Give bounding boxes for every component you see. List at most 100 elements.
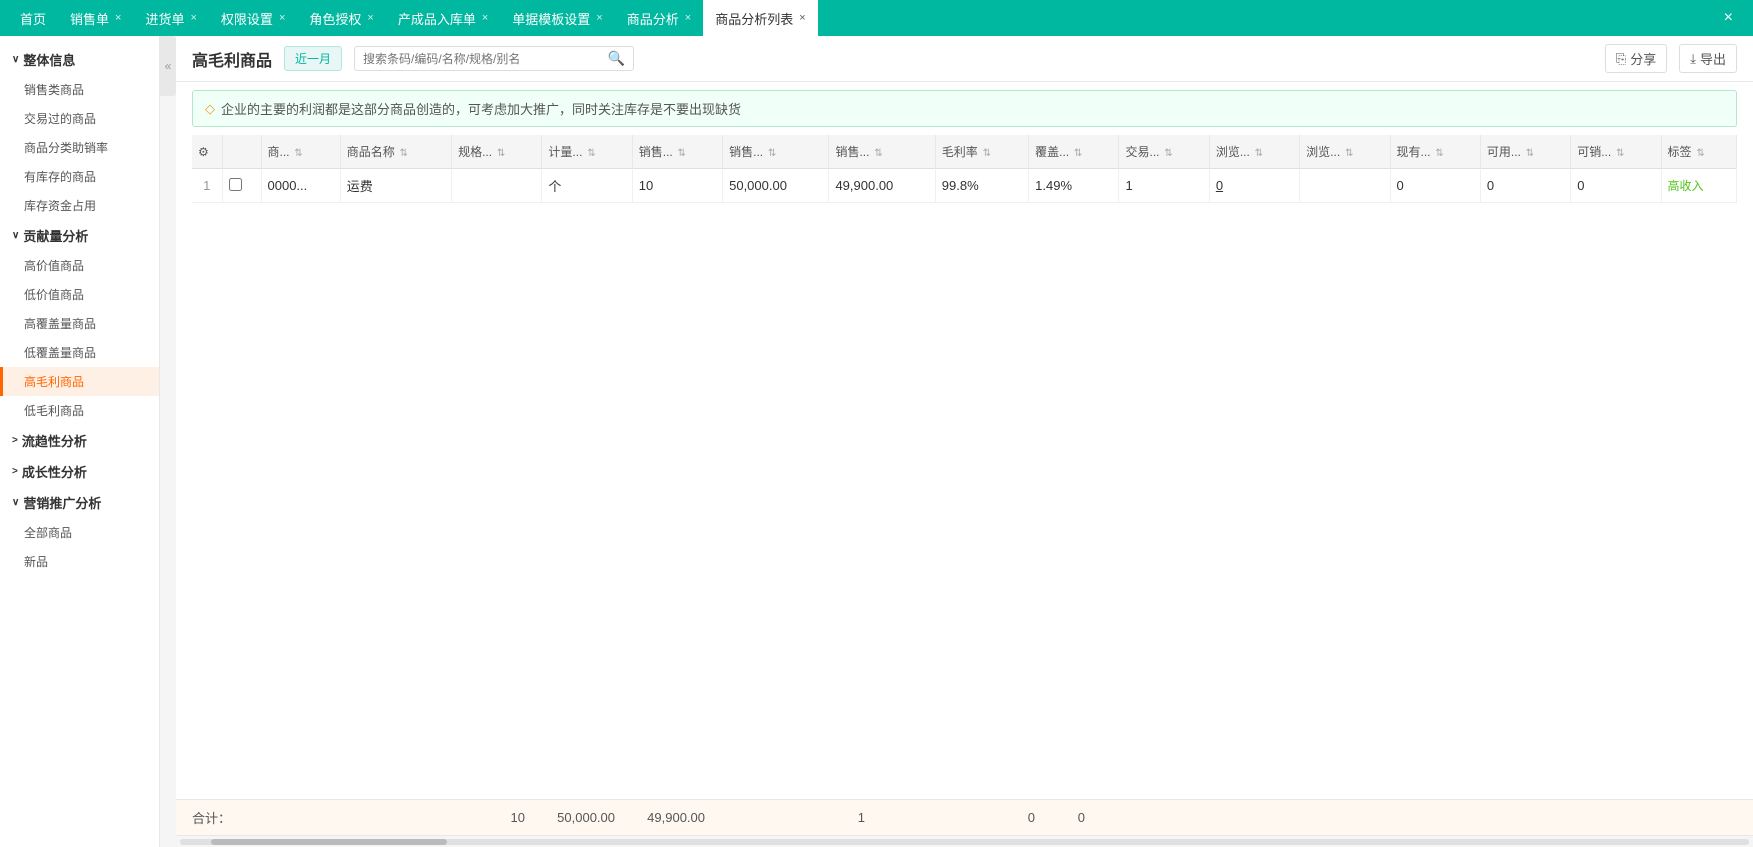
- export-button[interactable]: ⤓ 导出: [1679, 44, 1737, 73]
- col-header-sellable_stock[interactable]: 可销... ⇅: [1571, 135, 1661, 169]
- footer-sales-cost: 49,900.00: [621, 810, 711, 825]
- content-header: 高毛利商品 近一月 🔍 ⎘ 分享 ⤓ 导出: [176, 36, 1753, 82]
- col-header-unit[interactable]: 计量... ⇅: [542, 135, 632, 169]
- sidebar-item-销售类商品[interactable]: 销售类商品: [0, 75, 159, 104]
- search-box: 🔍: [354, 46, 634, 71]
- nav-close-icon[interactable]: ×: [596, 12, 602, 24]
- row-checkbox[interactable]: [229, 178, 242, 191]
- sidebar-item-有库存的商品[interactable]: 有库存的商品: [0, 162, 159, 191]
- cell-spec: [452, 169, 542, 203]
- sort-icon-sales_cost: ⇅: [871, 148, 882, 159]
- nav-item-销售单[interactable]: 销售单×: [58, 0, 133, 36]
- group-arrow-icon: >: [12, 466, 18, 477]
- nav-close-icon[interactable]: ×: [367, 12, 373, 24]
- footer-bar: 合计： 10 50,000.00 49,900.00 1 0 0: [176, 799, 1753, 835]
- export-icon: ⤓: [1690, 51, 1696, 67]
- nav-close-icon[interactable]: ×: [799, 12, 805, 24]
- close-all-button[interactable]: ×: [1712, 9, 1745, 27]
- sidebar-item-商品分类助销率[interactable]: 商品分类助销率: [0, 133, 159, 162]
- sidebar-group-2[interactable]: >流趋性分析: [0, 425, 159, 456]
- col-header-name[interactable]: 商品名称 ⇅: [340, 135, 451, 169]
- col-header-available_stock[interactable]: 可用... ⇅: [1480, 135, 1570, 169]
- col-header-views1[interactable]: 浏览... ⇅: [1209, 135, 1299, 169]
- footer-sales-amount: 50,000.00: [531, 810, 621, 825]
- col-header-coverage[interactable]: 覆盖... ⇅: [1029, 135, 1119, 169]
- cell-sales_amount: 50,000.00: [723, 169, 829, 203]
- sort-icon-sales_amount: ⇅: [765, 148, 776, 159]
- nav-close-icon[interactable]: ×: [115, 12, 121, 24]
- nav-item-权限设置[interactable]: 权限设置×: [209, 0, 297, 36]
- sidebar-item-低毛利商品[interactable]: 低毛利商品: [0, 396, 159, 425]
- group-label: 流趋性分析: [22, 431, 87, 450]
- cell-gross_margin: 99.8%: [935, 169, 1028, 203]
- sidebar-item-低价值商品[interactable]: 低价值商品: [0, 280, 159, 309]
- col-header-code[interactable]: 商... ⇅: [261, 135, 340, 169]
- sidebar-item-高毛利商品[interactable]: 高毛利商品: [0, 367, 159, 396]
- col-header-sales_amount[interactable]: 销售... ⇅: [723, 135, 829, 169]
- col-header-spec[interactable]: 规格... ⇅: [452, 135, 542, 169]
- cell-code: 0000...: [261, 169, 340, 203]
- nav-item-首页[interactable]: 首页: [8, 0, 58, 36]
- nav-item-单据模板设置[interactable]: 单据模板设置×: [500, 0, 614, 36]
- sidebar-item-低覆盖量商品[interactable]: 低覆盖量商品: [0, 338, 159, 367]
- info-icon: ◇: [205, 101, 215, 117]
- sort-icon-trade: ⇅: [1162, 148, 1173, 159]
- share-icon: ⎘: [1616, 51, 1626, 67]
- sidebar-group-1[interactable]: ∨贡献量分析: [0, 220, 159, 251]
- nav-item-商品分析[interactable]: 商品分析×: [615, 0, 703, 36]
- content-area: 高毛利商品 近一月 🔍 ⎘ 分享 ⤓ 导出 ◇ 企业的主要: [176, 36, 1753, 847]
- sidebar-item-库存资金占用[interactable]: 库存资金占用: [0, 191, 159, 220]
- share-button[interactable]: ⎘ 分享: [1605, 44, 1667, 73]
- table-row: 10000...运费个1050,000.0049,900.0099.8%1.49…: [192, 169, 1737, 203]
- search-input[interactable]: [363, 52, 608, 66]
- sort-icon-gross_margin: ⇅: [980, 148, 991, 159]
- footer-trade: 1: [831, 810, 871, 825]
- col-header-trade[interactable]: 交易... ⇅: [1119, 135, 1209, 169]
- col-header-tag[interactable]: 标签 ⇅: [1661, 135, 1736, 169]
- sidebar-group-0[interactable]: ∨整体信息: [0, 44, 159, 75]
- sidebar-item-高价值商品[interactable]: 高价值商品: [0, 251, 159, 280]
- sidebar-item-高覆盖量商品[interactable]: 高覆盖量商品: [0, 309, 159, 338]
- sort-icon-name: ⇅: [397, 148, 408, 159]
- nav-close-icon[interactable]: ×: [190, 12, 196, 24]
- sort-icon-tag: ⇅: [1694, 148, 1705, 159]
- sidebar-group-4[interactable]: ∨营销推广分析: [0, 487, 159, 518]
- footer-sales-qty: 10: [471, 810, 531, 825]
- nav-item-进货单[interactable]: 进货单×: [133, 0, 208, 36]
- info-banner: ◇ 企业的主要的利润都是这部分商品创造的，可考虑加大推广，同时关注库存是不要出现…: [192, 90, 1737, 127]
- col-header-gross_margin[interactable]: 毛利率 ⇅: [935, 135, 1028, 169]
- cell-name: 运费: [340, 169, 451, 203]
- col-header-sales_cost[interactable]: 销售... ⇅: [829, 135, 935, 169]
- nav-item-产成品入库单[interactable]: 产成品入库单×: [386, 0, 500, 36]
- sidebar-item-新品[interactable]: 新品: [0, 547, 159, 576]
- sidebar: ∨整体信息销售类商品交易过的商品商品分类助销率有库存的商品库存资金占用∨贡献量分…: [0, 36, 160, 847]
- sidebar-item-全部商品[interactable]: 全部商品: [0, 518, 159, 547]
- footer-available-stock: 0: [1041, 810, 1091, 825]
- cell-views1[interactable]: 0: [1209, 169, 1299, 203]
- nav-close-icon[interactable]: ×: [482, 12, 488, 24]
- col-header-views2[interactable]: 浏览... ⇅: [1300, 135, 1390, 169]
- cell-trade: 1: [1119, 169, 1209, 203]
- cell-views2: [1300, 169, 1390, 203]
- sidebar-item-交易过的商品[interactable]: 交易过的商品: [0, 104, 159, 133]
- sidebar-group-3[interactable]: >成长性分析: [0, 456, 159, 487]
- nav-close-icon[interactable]: ×: [279, 12, 285, 24]
- row-checkbox-cell: [222, 169, 261, 203]
- footer-views1: [871, 810, 931, 825]
- col-header-current_stock[interactable]: 现有... ⇅: [1390, 135, 1480, 169]
- cell-sellable_stock: 0: [1571, 169, 1661, 203]
- filter-button[interactable]: 近一月: [284, 46, 342, 71]
- nav-item-商品分析列表[interactable]: 商品分析列表×: [703, 0, 817, 36]
- page-title: 高毛利商品: [192, 47, 272, 71]
- scrollbar-track: [180, 839, 1749, 845]
- sort-icon-code: ⇅: [292, 148, 303, 159]
- horizontal-scrollbar[interactable]: [176, 835, 1753, 847]
- sidebar-collapse-button[interactable]: «: [160, 36, 176, 96]
- scrollbar-thumb[interactable]: [211, 839, 446, 845]
- top-nav: 首页销售单×进货单×权限设置×角色授权×产成品入库单×单据模板设置×商品分析×商…: [0, 0, 1753, 36]
- sort-icon-coverage: ⇅: [1071, 148, 1082, 159]
- nav-item-角色授权[interactable]: 角色授权×: [297, 0, 385, 36]
- col-header-sales_qty[interactable]: 销售... ⇅: [632, 135, 722, 169]
- footer-current-stock: 0: [991, 810, 1041, 825]
- nav-close-icon[interactable]: ×: [685, 12, 691, 24]
